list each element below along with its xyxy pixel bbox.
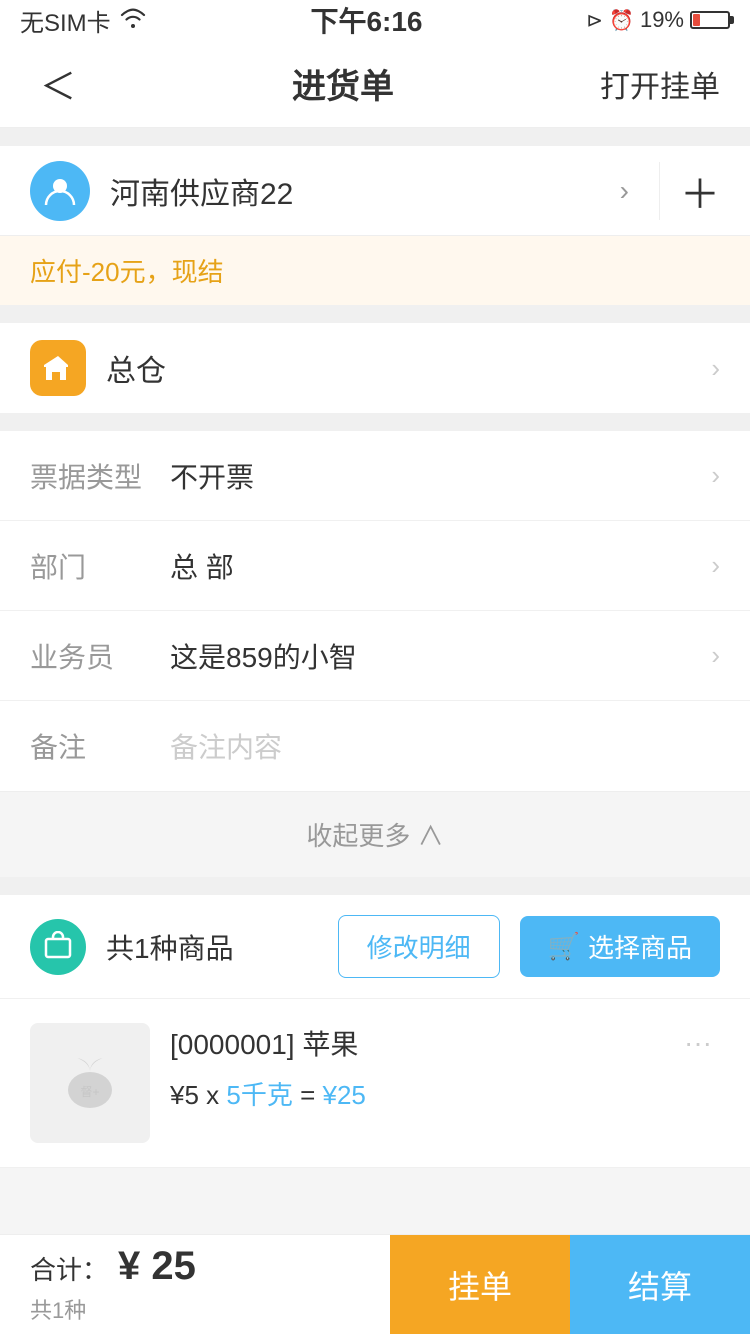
back-button[interactable]: ＜ [30, 48, 86, 120]
product-info: [0000001] 苹果 ¥5 x 5千克 = ¥25 [170, 1023, 656, 1112]
product-code: [0000001] [170, 1029, 302, 1060]
checkout-button[interactable]: 结算 [570, 1235, 750, 1334]
location-icon: ⊳ [586, 8, 603, 33]
warehouse-row[interactable]: 总仓 › [0, 323, 750, 413]
hang-button[interactable]: 挂单 [390, 1235, 570, 1334]
warehouse-chevron-icon: › [711, 353, 720, 384]
section-gap-4 [0, 877, 750, 895]
battery-percent: 19% [640, 7, 684, 33]
supplier-avatar [30, 161, 90, 221]
section-gap-3 [0, 413, 750, 431]
collapse-bar[interactable]: 收起更多 ∧ [0, 791, 750, 877]
status-bar: 无SIM卡 下午6:16 ⊳ ⏰ 19% [0, 0, 750, 40]
quantity: 5千克 [226, 1080, 292, 1110]
supplier-name: 河南供应商22 [110, 169, 620, 213]
alarm-icon: ⏰ [609, 8, 634, 33]
total-label: 合计： [30, 1250, 108, 1287]
carrier-text: 无SIM卡 [20, 3, 111, 38]
open-hang-button[interactable]: 打开挂单 [600, 62, 720, 106]
product-price: ¥5 x 5千克 = ¥25 [170, 1075, 656, 1112]
warehouse-name: 总仓 [106, 346, 711, 390]
status-time: 下午6:16 [310, 0, 422, 40]
section-gap-1 [0, 128, 750, 146]
dept-chevron-icon: › [711, 550, 720, 581]
page-title: 进货单 [292, 59, 394, 108]
salesperson-value: 这是859的小智 [170, 636, 711, 676]
invoice-chevron-icon: › [711, 460, 720, 491]
warehouse-icon [30, 340, 86, 396]
battery-icon [690, 11, 730, 29]
total-price: ¥25 [323, 1080, 366, 1110]
warehouse-section: 总仓 › [0, 323, 750, 413]
supplier-section: 河南供应商22 › ＋ 应付-20元，现结 [0, 146, 750, 305]
salesperson-label: 业务员 [30, 636, 170, 676]
footer: 合计： ¥ 25 共1种 挂单 结算 [0, 1234, 750, 1334]
product-name: [0000001] 苹果 [170, 1023, 656, 1063]
invoice-value: 不开票 [170, 456, 711, 496]
dept-value: 总 部 [170, 546, 711, 586]
remark-input[interactable]: 备注内容 [170, 726, 720, 766]
unit-price: ¥5 x [170, 1080, 226, 1110]
equals: = [300, 1080, 322, 1110]
product-list: 督+ [0000001] 苹果 ¥5 x 5千克 = ¥25 ··· [0, 999, 750, 1168]
edit-detail-button[interactable]: 修改明细 [338, 915, 500, 978]
dept-row[interactable]: 部门 总 部 › [0, 521, 750, 611]
table-row: 督+ [0000001] 苹果 ¥5 x 5千克 = ¥25 ··· [0, 999, 750, 1168]
supplier-notice: 应付-20元，现结 [0, 236, 750, 305]
total-row: 合计： ¥ 25 [30, 1244, 360, 1289]
svg-text:督+: 督+ [80, 1084, 99, 1099]
product-title: 苹果 [302, 1029, 358, 1060]
products-count: 共1种商品 [106, 927, 318, 967]
supplier-add-button[interactable]: ＋ [659, 162, 720, 220]
products-icon [30, 919, 86, 975]
remark-row[interactable]: 备注 备注内容 [0, 701, 750, 791]
supplier-chevron-icon: › [620, 175, 629, 207]
total-sub: 共1种 [30, 1293, 360, 1325]
invoice-label: 票据类型 [30, 456, 170, 496]
select-product-button[interactable]: 🛒 选择商品 [520, 916, 720, 977]
cart-icon: 🛒 [548, 931, 580, 962]
select-product-label: 选择商品 [588, 928, 692, 965]
form-section: 票据类型 不开票 › 部门 总 部 › 业务员 这是859的小智 › 备注 备注… [0, 431, 750, 791]
dept-label: 部门 [30, 546, 170, 586]
product-more-button[interactable]: ··· [676, 1023, 720, 1063]
section-gap-2 [0, 305, 750, 323]
status-right: ⊳ ⏰ 19% [586, 7, 730, 33]
total-amount: ¥ 25 [118, 1244, 196, 1289]
supplier-row[interactable]: 河南供应商22 › ＋ [0, 146, 750, 236]
status-left: 无SIM卡 [20, 3, 147, 38]
products-header: 共1种商品 修改明细 🛒 选择商品 [0, 895, 750, 999]
nav-bar: ＜ 进货单 打开挂单 [0, 40, 750, 128]
wifi-icon [119, 6, 147, 35]
product-thumbnail: 督+ [30, 1023, 150, 1143]
remark-label: 备注 [30, 726, 170, 766]
salesperson-row[interactable]: 业务员 这是859的小智 › [0, 611, 750, 701]
footer-total: 合计： ¥ 25 共1种 [0, 1235, 390, 1334]
salesperson-chevron-icon: › [711, 640, 720, 671]
invoice-row[interactable]: 票据类型 不开票 › [0, 431, 750, 521]
